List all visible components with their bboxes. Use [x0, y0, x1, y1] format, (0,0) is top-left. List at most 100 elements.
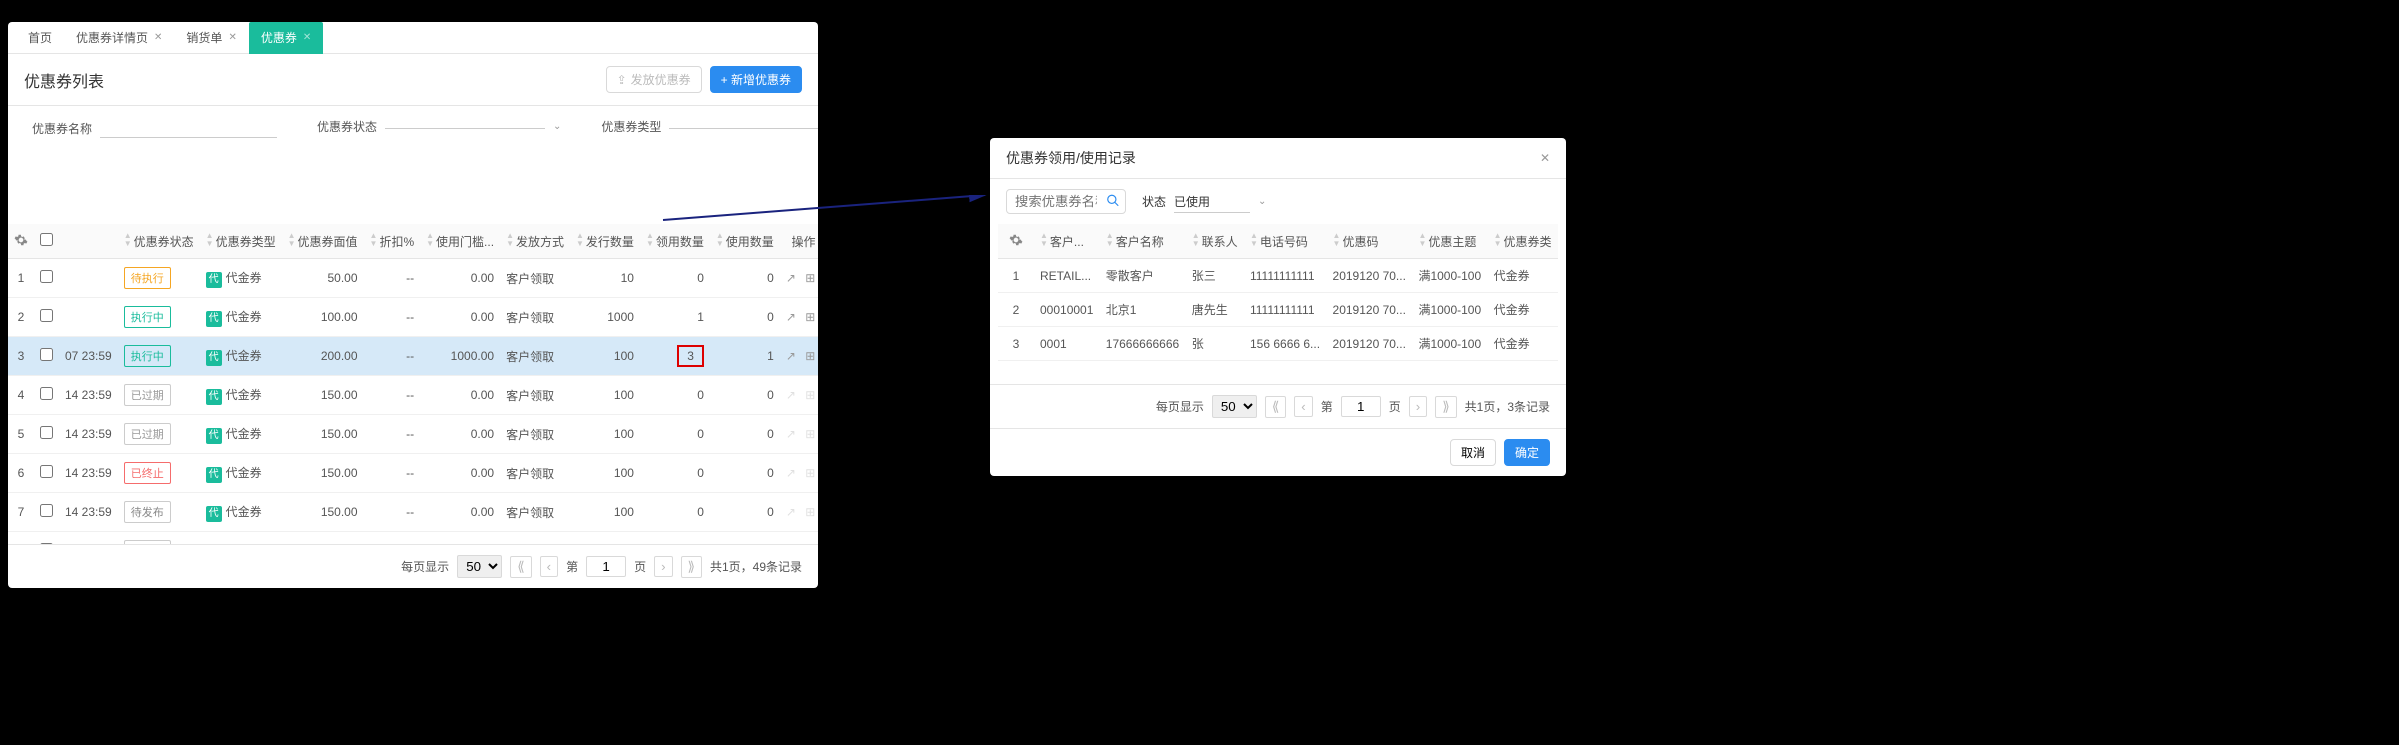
- qrcode-icon[interactable]: ⊞: [805, 310, 815, 324]
- row-checkbox[interactable]: [40, 387, 53, 400]
- qrcode-icon[interactable]: ⊞: [805, 466, 815, 480]
- qrcode-icon[interactable]: ⊞: [805, 388, 815, 402]
- phone-header[interactable]: ▲▼电话号码: [1244, 224, 1327, 259]
- coupon-subject-header[interactable]: ▲▼优惠主题: [1412, 224, 1487, 259]
- voucher-icon: 代: [206, 506, 222, 522]
- table-row[interactable]: 3 0001 17666666666 张 156 6666 6... 20191…: [998, 327, 1558, 361]
- gear-header[interactable]: [998, 224, 1034, 259]
- table-row[interactable]: 8 14 23:59 待发布 代代金券 150.00 -- 0.00 客户领取 …: [8, 532, 818, 545]
- qrcode-icon[interactable]: ⊞: [805, 349, 815, 363]
- first-page-button[interactable]: ⟪: [510, 556, 531, 578]
- face-value-header[interactable]: ▲▼优惠券面值: [282, 224, 364, 259]
- issue-qty-header[interactable]: ▲▼发行数量: [570, 224, 640, 259]
- table-row[interactable]: 6 14 23:59 已终止 代代金券 150.00 -- 0.00 客户领取 …: [8, 454, 818, 493]
- threshold-cell: 1000.00: [420, 337, 500, 376]
- tab-首页[interactable]: 首页: [16, 22, 64, 54]
- use-qty-header[interactable]: ▲▼使用数量: [710, 224, 780, 259]
- share-icon[interactable]: ↗: [786, 271, 796, 285]
- tab-优惠券详情页[interactable]: 优惠券详情页✕: [64, 22, 174, 54]
- time-cell: 07 23:59: [59, 337, 118, 376]
- tab-优惠券[interactable]: 优惠券✕: [249, 22, 323, 54]
- table-row[interactable]: 3 07 23:59 执行中 代代金券 200.00 -- 1000.00 客户…: [8, 337, 818, 376]
- filter-status-select[interactable]: [385, 124, 545, 129]
- table-row[interactable]: 5 14 23:59 已过期 代代金券 150.00 -- 0.00 客户领取 …: [8, 415, 818, 454]
- customer-name-header[interactable]: ▲▼客户名称: [1100, 224, 1186, 259]
- claim-cell: 0: [640, 259, 710, 298]
- filter-name-input[interactable]: [100, 118, 277, 138]
- header-actions: ⇪ 发放优惠券 + 新增优惠券: [606, 66, 802, 93]
- threshold-header[interactable]: ▲▼使用门槛...: [420, 224, 500, 259]
- prev-page-button[interactable]: ‹: [540, 556, 558, 577]
- sort-icon: ▲▼: [206, 232, 214, 248]
- row-checkbox-cell: [34, 493, 59, 532]
- qrcode-icon[interactable]: ⊞: [805, 505, 815, 519]
- row-checkbox[interactable]: [40, 348, 53, 361]
- add-coupon-button[interactable]: + 新增优惠券: [710, 66, 802, 93]
- use-cell: 0: [710, 298, 780, 337]
- contact-header[interactable]: ▲▼联系人: [1186, 224, 1244, 259]
- close-icon[interactable]: ✕: [303, 32, 311, 43]
- page-size-select[interactable]: 50: [457, 555, 502, 578]
- row-checkbox[interactable]: [40, 465, 53, 478]
- share-icon[interactable]: ↗: [786, 466, 796, 480]
- close-icon[interactable]: ✕: [154, 32, 162, 43]
- row-checkbox[interactable]: [40, 270, 53, 283]
- close-icon[interactable]: ✕: [1540, 151, 1550, 165]
- share-icon[interactable]: ↗: [786, 505, 796, 519]
- confirm-button[interactable]: 确定: [1504, 439, 1550, 466]
- method-header[interactable]: ▲▼发放方式: [500, 224, 570, 259]
- select-all-checkbox[interactable]: [40, 233, 53, 246]
- prev-page-button[interactable]: ‹: [1294, 396, 1312, 417]
- table-row[interactable]: 1 RETAIL... 零散客户 张三 11111111111 2019120 …: [998, 259, 1558, 293]
- close-icon[interactable]: ✕: [228, 32, 236, 43]
- status-cell: 执行中: [118, 337, 200, 376]
- tab-销货单[interactable]: 销货单✕: [174, 22, 248, 54]
- search-icon[interactable]: [1106, 193, 1120, 210]
- claim-qty-header[interactable]: ▲▼领用数量: [640, 224, 710, 259]
- share-icon: ⇪: [617, 73, 627, 87]
- cancel-button[interactable]: 取消: [1450, 439, 1496, 466]
- next-page-button[interactable]: ›: [1409, 396, 1427, 417]
- page-number-input[interactable]: [1341, 396, 1381, 417]
- share-icon[interactable]: ↗: [786, 427, 796, 441]
- row-checkbox[interactable]: [40, 426, 53, 439]
- type-header[interactable]: ▲▼优惠券类型: [200, 224, 282, 259]
- qrcode-icon[interactable]: ⊞: [805, 271, 815, 285]
- voucher-icon: 代: [206, 428, 222, 444]
- page-info: 共1页，3条记录: [1465, 398, 1550, 415]
- issue-cell: 100: [570, 454, 640, 493]
- share-icon[interactable]: ↗: [786, 349, 796, 363]
- last-page-button[interactable]: ⟫: [1435, 396, 1456, 418]
- distribute-coupon-button[interactable]: ⇪ 发放优惠券: [606, 66, 702, 93]
- checkbox-header[interactable]: [34, 224, 59, 259]
- coupon-code-header[interactable]: ▲▼优惠码: [1327, 224, 1413, 259]
- table-row[interactable]: 1 待执行 代代金券 50.00 -- 0.00 客户领取 10 0 0 ↗ ⊞: [8, 259, 818, 298]
- page-number-input[interactable]: [586, 556, 626, 577]
- last-page-button[interactable]: ⟫: [681, 556, 702, 578]
- page-size-select[interactable]: 50: [1212, 395, 1257, 418]
- row-checkbox[interactable]: [40, 504, 53, 517]
- status-label: 状态: [1142, 193, 1166, 210]
- table-row[interactable]: 4 14 23:59 已过期 代代金券 150.00 -- 0.00 客户领取 …: [8, 376, 818, 415]
- customer-code-header[interactable]: ▲▼客户...: [1034, 224, 1100, 259]
- status-select[interactable]: 已使用: [1174, 191, 1250, 213]
- status-cell: 待执行: [118, 259, 200, 298]
- gear-header[interactable]: [8, 224, 34, 259]
- first-page-button[interactable]: ⟪: [1265, 396, 1286, 418]
- filter-type-select[interactable]: [669, 124, 818, 129]
- claim-value[interactable]: 3: [677, 345, 704, 367]
- discount-header[interactable]: ▲▼折扣%: [364, 224, 421, 259]
- coupon-type-header[interactable]: ▲▼优惠券类: [1488, 224, 1558, 259]
- table-row[interactable]: 2 执行中 代代金券 100.00 -- 0.00 客户领取 1000 1 0 …: [8, 298, 818, 337]
- table-row[interactable]: 2 00010001 北京1 唐先生 11111111111 2019120 7…: [998, 293, 1558, 327]
- name-cell: 零散客户: [1100, 259, 1186, 293]
- row-checkbox[interactable]: [40, 543, 53, 544]
- type-cell: 代代金券: [200, 415, 282, 454]
- table-row[interactable]: 7 14 23:59 待发布 代代金券 150.00 -- 0.00 客户领取 …: [8, 493, 818, 532]
- next-page-button[interactable]: ›: [654, 556, 672, 577]
- row-checkbox[interactable]: [40, 309, 53, 322]
- qrcode-icon[interactable]: ⊞: [805, 427, 815, 441]
- share-icon[interactable]: ↗: [786, 388, 796, 402]
- status-header[interactable]: ▲▼优惠券状态: [118, 224, 200, 259]
- share-icon[interactable]: ↗: [786, 310, 796, 324]
